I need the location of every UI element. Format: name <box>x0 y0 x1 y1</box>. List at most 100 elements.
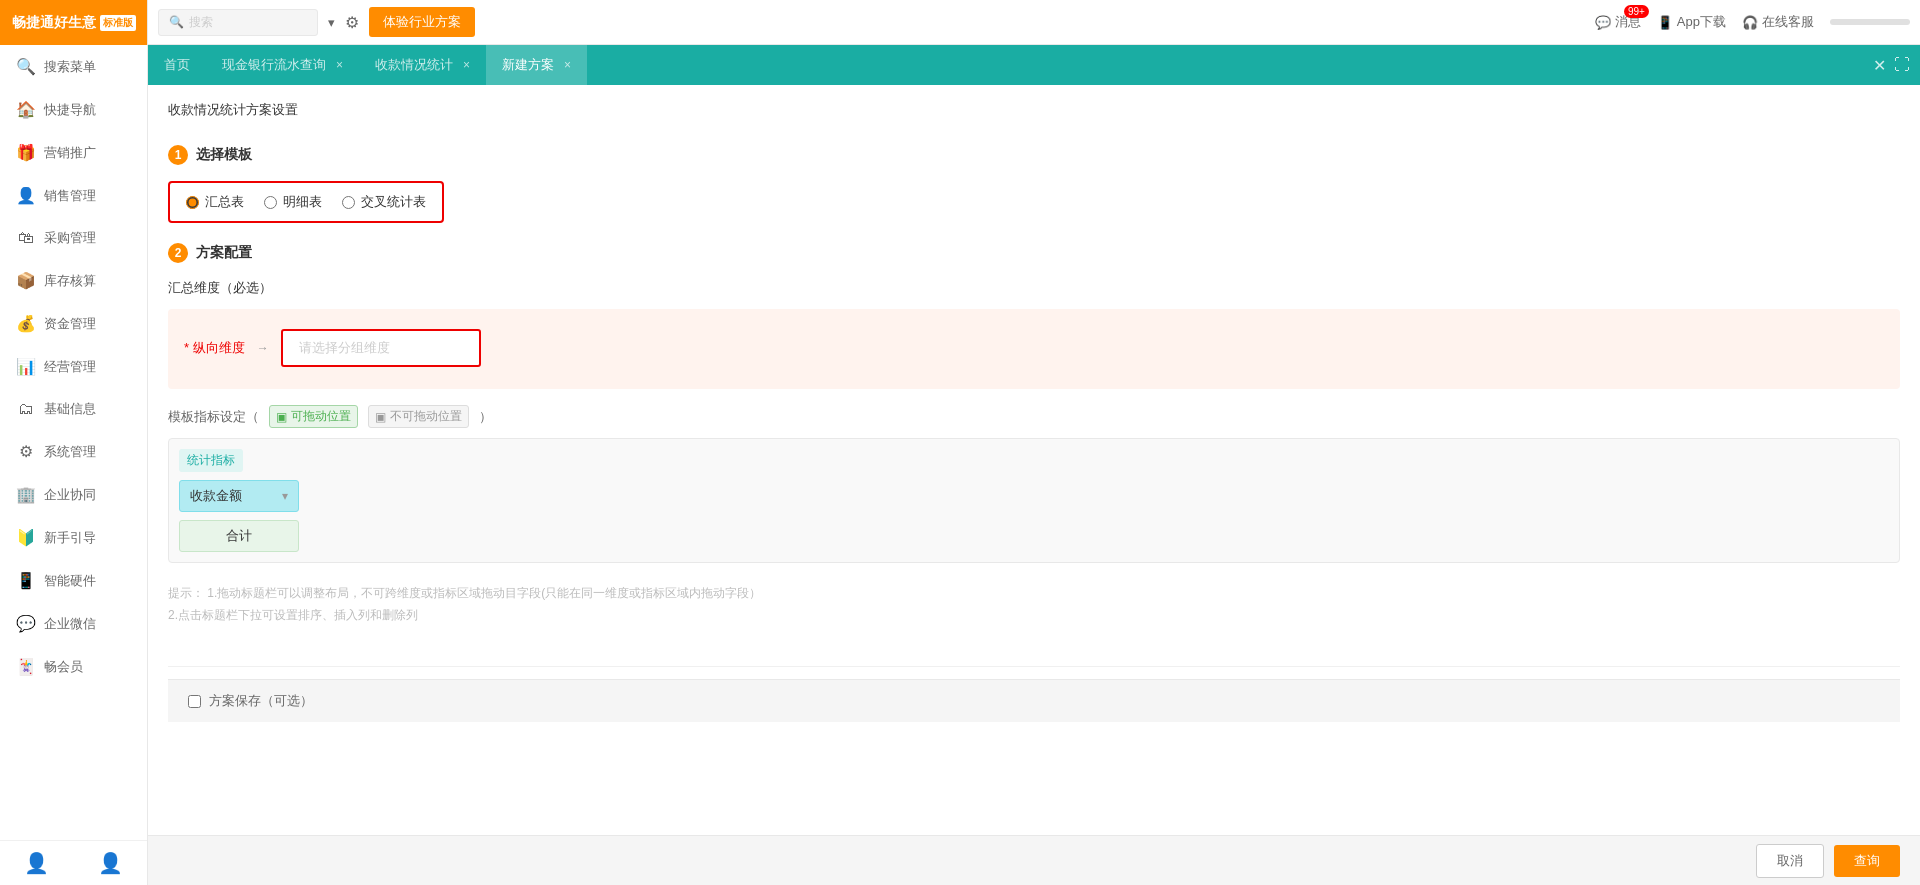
message-badge: 99+ <box>1624 5 1649 18</box>
header-search-placeholder[interactable]: 搜索 <box>189 14 213 31</box>
sidebar-tag: 标准版 <box>100 15 136 31</box>
dimension-row: * 纵向维度 → 请选择分组维度 <box>184 329 1884 367</box>
tab-close-receipts[interactable]: × <box>463 58 470 72</box>
template-selector: 汇总表 明细表 交叉统计表 <box>168 181 444 223</box>
sales-icon: 👤 <box>16 186 36 205</box>
close-window-icon[interactable]: ✕ <box>1873 56 1886 75</box>
cancel-button[interactable]: 取消 <box>1756 844 1824 878</box>
sidebar-bottom-user2[interactable]: 👤 <box>98 851 123 875</box>
metrics-amount-arrow[interactable]: ▾ <box>282 489 288 503</box>
user-info[interactable] <box>1830 19 1910 25</box>
query-button[interactable]: 查询 <box>1834 845 1900 877</box>
sidebar-item-finance[interactable]: 💰 资金管理 <box>0 302 147 345</box>
sidebar-item-operation[interactable]: 📊经营管理 <box>0 345 147 388</box>
message-btn[interactable]: 💬 消息 99+ <box>1595 13 1641 31</box>
sidebar-logo: 畅捷通好生意 标准版 <box>0 0 147 45</box>
sidebar-item-system[interactable]: ⚙ 系统管理 <box>0 430 147 473</box>
save-label[interactable]: 方案保存（可选） <box>209 692 313 710</box>
tabs-bar: 首页现金银行流水查询×收款情况统计×新建方案× ✕ ⛶ <box>148 45 1920 85</box>
radio-summary-input[interactable] <box>186 196 199 209</box>
metrics-total-label: 合计 <box>226 528 252 543</box>
section2-title: 方案配置 <box>196 244 252 262</box>
sidebar-label-quicknav: 快捷导航 <box>44 101 96 119</box>
main-content: 收款情况统计方案设置 1 选择模板 汇总表 明细表 交叉统计表 <box>148 85 1920 885</box>
sidebar-label-finance: 资金管理 <box>44 315 96 333</box>
finance-icon: 💰 <box>16 314 36 333</box>
sidebar-label-enterprise: 企业协同 <box>44 486 96 504</box>
sidebar-item-inventory[interactable]: 📦 库存核算 <box>0 259 147 302</box>
search-icon: 🔍 <box>169 15 184 29</box>
app-download-btn[interactable]: 📱 App下载 <box>1657 13 1726 31</box>
draggable-yes-tag: ▣ 可拖动位置 <box>269 405 358 428</box>
save-checkbox[interactable] <box>188 695 201 708</box>
draggable-no-label: 不可拖动位置 <box>390 408 462 425</box>
sidebar-item-sales[interactable]: 👤销售管理 <box>0 174 147 217</box>
tab-label-cashflow: 现金银行流水查询 <box>222 56 326 74</box>
sidebar-label-system: 系统管理 <box>44 443 96 461</box>
hardware-icon: 📱 <box>16 571 36 590</box>
sidebar-item-enterprise[interactable]: 🏢企业协同 <box>0 473 147 516</box>
dimension-area: * 纵向维度 → 请选择分组维度 <box>168 309 1900 389</box>
tab-close-newplan[interactable]: × <box>564 58 571 72</box>
sidebar-item-marketing[interactable]: 🎁营销推广 <box>0 131 147 174</box>
sidebar-label-hardware: 智能硬件 <box>44 572 96 590</box>
footer-bar: 取消 查询 <box>148 835 1920 885</box>
tab-cashflow[interactable]: 现金银行流水查询 × <box>206 45 359 85</box>
section2-header: 2 方案配置 <box>168 243 1900 263</box>
vertical-dimension-label: * 纵向维度 <box>184 339 245 357</box>
gear-icon[interactable]: ⚙ <box>345 13 359 32</box>
divider <box>168 666 1900 667</box>
system-icon: ⚙ <box>16 442 36 461</box>
sidebar-item-wechat[interactable]: 💬企业微信 <box>0 602 147 645</box>
metrics-label-suffix: ） <box>479 408 492 426</box>
radio-summary-label: 汇总表 <box>205 193 244 211</box>
radio-summary[interactable]: 汇总表 <box>186 193 244 211</box>
tab-receipts[interactable]: 收款情况统计× <box>359 45 486 85</box>
section1-title: 选择模板 <box>196 146 252 164</box>
logo-text: 畅捷通好生意 <box>12 14 96 32</box>
radio-detail-label: 明细表 <box>283 193 322 211</box>
service-icon: 🎧 <box>1742 15 1758 30</box>
tabs-right-actions: ✕ ⛶ <box>1873 56 1920 75</box>
trial-btn[interactable]: 体验行业方案 <box>369 7 475 37</box>
section1-num: 1 <box>168 145 188 165</box>
metrics-item-amount[interactable]: 收款金额 ▾ <box>179 480 299 512</box>
app-label: App下载 <box>1677 13 1726 31</box>
radio-detail[interactable]: 明细表 <box>264 193 322 211</box>
tab-close-cashflow[interactable]: × <box>336 58 343 72</box>
radio-group: 汇总表 明细表 交叉统计表 <box>186 193 426 211</box>
sidebar-label-newbie: 新手引导 <box>44 529 96 547</box>
sidebar-bottom-user1[interactable]: 👤 <box>24 851 49 875</box>
newbie-icon: 🔰 <box>16 528 36 547</box>
operation-icon: 📊 <box>16 357 36 376</box>
member-icon: 🃏 <box>16 657 36 676</box>
expand-icon[interactable]: ⛶ <box>1894 56 1910 74</box>
header: 🔍 搜索 ▾ ⚙ 体验行业方案 💬 消息 99+ 📱 App下载 🎧 在线客服 <box>148 0 1920 45</box>
inventory-icon: 📦 <box>16 271 36 290</box>
sidebar-item-newbie[interactable]: 🔰 新手引导 <box>0 516 147 559</box>
sidebar-item-member[interactable]: 🃏畅会员 <box>0 645 147 688</box>
sidebar-item-quicknav[interactable]: 🏠快捷导航 <box>0 88 147 131</box>
online-service-btn[interactable]: 🎧 在线客服 <box>1742 13 1814 31</box>
dimension-placeholder[interactable]: 请选择分组维度 <box>281 329 481 367</box>
header-dropdown-icon[interactable]: ▾ <box>328 15 335 30</box>
sidebar-item-search[interactable]: 🔍搜索菜单 <box>0 45 147 88</box>
sidebar-item-hardware[interactable]: 📱 智能硬件 <box>0 559 147 602</box>
radio-cross-input[interactable] <box>342 196 355 209</box>
sidebar-item-basicinfo[interactable]: 🗂 基础信息 <box>0 388 147 430</box>
tab-newplan[interactable]: 新建方案× <box>486 45 587 85</box>
radio-cross-label: 交叉统计表 <box>361 193 426 211</box>
wechat-icon: 💬 <box>16 614 36 633</box>
sidebar-label-inventory: 库存核算 <box>44 272 96 290</box>
radio-cross[interactable]: 交叉统计表 <box>342 193 426 211</box>
dimension-arrow: → <box>257 341 269 355</box>
header-search-box: 🔍 搜索 <box>158 9 318 36</box>
radio-detail-input[interactable] <box>264 196 277 209</box>
sidebar-label-basicinfo: 基础信息 <box>44 400 96 418</box>
content-area: 收款情况统计方案设置 1 选择模板 汇总表 明细表 交叉统计表 <box>148 85 1920 835</box>
sidebar-label-search: 搜索菜单 <box>44 58 96 76</box>
basicinfo-icon: 🗂 <box>16 400 36 418</box>
sidebar-item-purchase[interactable]: 🛍采购管理 <box>0 217 147 259</box>
tab-home[interactable]: 首页 <box>148 45 206 85</box>
config-section: 汇总维度（必选） * 纵向维度 → 请选择分组维度 模板指标设定（ ▣ 可拖动位… <box>168 279 1900 646</box>
